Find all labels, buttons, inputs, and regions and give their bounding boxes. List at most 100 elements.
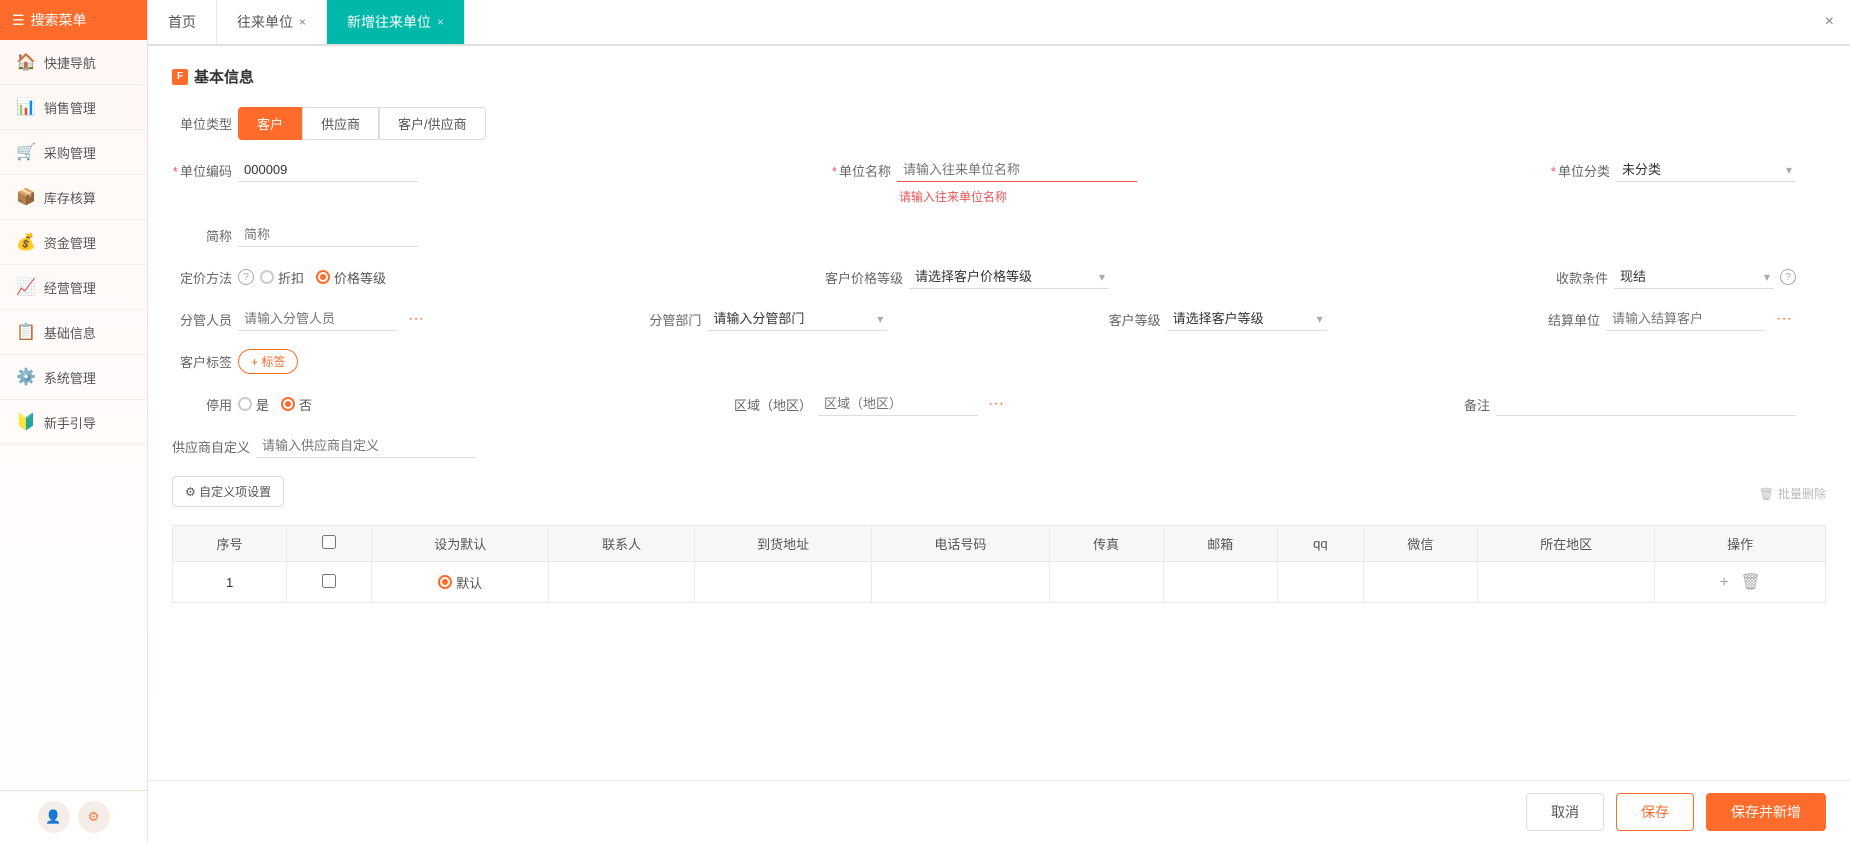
customer-price-level-wrapper: 请选择客户价格等级 [909,265,1109,289]
cell-checkbox [287,562,372,603]
payment-help-icon[interactable]: ? [1780,269,1796,285]
select-all-checkbox[interactable] [322,535,336,549]
sidebar-item-guide[interactable]: 🔰 新手引导 [0,400,147,445]
customer-price-level-select[interactable]: 请选择客户价格等级 [909,265,1109,289]
table-section: ⚙ 自定义项设置 🗑 批量删除 序号 设为默认 [172,476,1826,603]
default-radio-circle [438,575,452,589]
manager-more-btn[interactable]: ··· [404,310,428,328]
region-field: 区域（地区） ··· [734,392,1008,416]
sidebar-search[interactable]: ☰ 搜索菜单 [0,0,147,40]
footer: 取消 保存 保存并新增 [148,780,1850,843]
customer-price-level-field: 客户价格等级 请选择客户价格等级 [825,265,1109,289]
manager-field: 分管人员 ··· [172,307,428,331]
home-icon: 🏠 [16,52,36,72]
sidebar-item-inventory[interactable]: 📦 库存核算 [0,175,147,220]
save-add-button[interactable]: 保存并新增 [1706,793,1826,831]
remark-input[interactable] [1496,392,1796,416]
unit-type-label: 单位类型 [172,114,232,133]
tab-partners[interactable]: 往来单位 × [217,0,327,44]
row-delete-btn[interactable]: 🗑 [1736,570,1764,594]
window-close-btn[interactable]: × [1809,13,1850,31]
settlement-more-btn[interactable]: ··· [1772,310,1796,328]
sidebar-item-purchase[interactable]: 🛒 采购管理 [0,130,147,175]
type-btn-supplier[interactable]: 供应商 [302,107,379,140]
region-input[interactable] [818,392,978,416]
unit-name-label: *单位名称 [831,161,891,180]
type-btn-both[interactable]: 客户/供应商 [379,107,486,140]
guide-icon: 🔰 [16,412,36,432]
type-btn-customer[interactable]: 客户 [238,107,302,140]
sidebar-item-basic-info[interactable]: 📋 基础信息 [0,310,147,355]
unit-code-input[interactable] [238,158,418,182]
row-checkbox[interactable] [322,574,336,588]
pricing-method-field: 定价方法 ? 折扣 价格等级 [172,268,386,287]
payment-terms-field: 收款条件 现结 ? [1548,265,1796,289]
unit-name-error: 请输入往来单位名称 [899,190,1007,204]
payment-terms-wrapper: 现结 [1614,265,1774,289]
col-checkbox [287,526,372,562]
cell-qq [1277,562,1363,603]
sidebar-user-btn[interactable]: 👤 [38,801,70,833]
disabled-no-circle [281,397,295,411]
sidebar-bottom: 👤 ⚙ [0,790,147,843]
pricing-level-radio[interactable]: 价格等级 [316,268,386,287]
sidebar-settings-btn[interactable]: ⚙ [78,801,110,833]
col-qq: qq [1277,526,1363,562]
unit-category-field: *单位分类 未分类 [1550,158,1796,182]
pricing-help-icon[interactable]: ? [238,269,254,285]
col-phone: 电话号码 [872,526,1049,562]
department-select[interactable]: 请输入分管部门 [707,307,887,331]
customer-price-level-label: 客户价格等级 [825,268,903,287]
pricing-discount-radio[interactable]: 折扣 [260,268,304,287]
sidebar-item-quick-nav[interactable]: 🏠 快捷导航 [0,40,147,85]
region-label: 区域（地区） [734,395,812,414]
settlement-unit-input[interactable] [1606,307,1766,331]
tab-bar: 首页 往来单位 × 新增往来单位 × × [148,0,1850,46]
list-icon: 📋 [16,322,36,342]
delete-icon: 🗑 [1759,487,1774,501]
department-field: 分管部门 请输入分管部门 [641,307,887,331]
col-fax: 传真 [1049,526,1163,562]
supplier-custom-field: 供应商自定义 [172,434,476,458]
tab-partners-close[interactable]: × [299,15,306,29]
tab-new-partner[interactable]: 新增往来单位 × [327,0,465,44]
unit-name-input[interactable] [897,158,1137,182]
payment-terms-select[interactable]: 现结 [1614,265,1774,289]
manager-input[interactable] [238,307,398,331]
sidebar-item-finance[interactable]: 💰 资金管理 [0,220,147,265]
cell-fax [1049,562,1163,603]
unit-category-select[interactable]: 未分类 [1616,158,1796,182]
tab-new-partner-close[interactable]: × [437,15,444,29]
disabled-label: 停用 [172,395,232,414]
unit-type-row: 单位类型 客户 供应商 客户/供应商 [172,107,1826,140]
save-button[interactable]: 保存 [1616,793,1694,831]
sidebar-item-operations[interactable]: 📈 经营管理 [0,265,147,310]
batch-delete-btn[interactable]: 🗑 批量删除 [1759,485,1826,502]
table-header-row: 序号 设为默认 联系人 到货地址 电话号码 传真 邮箱 qq 微信 [173,526,1826,562]
unit-category-label: *单位分类 [1550,161,1610,180]
region-more-btn[interactable]: ··· [984,395,1008,413]
disabled-no-radio[interactable]: 否 [281,395,312,414]
row-add-btn[interactable]: + [1715,572,1732,594]
main-area: 首页 往来单位 × 新增往来单位 × × F 基本信息 单位类型 客户 供应商 … [148,0,1850,843]
cancel-button[interactable]: 取消 [1526,793,1604,831]
department-wrapper: 请输入分管部门 [707,307,887,331]
unit-code-label: *单位编码 [172,161,232,180]
manager-label: 分管人员 [172,310,232,329]
add-tag-btn[interactable]: + 标签 [238,349,298,374]
customer-level-select[interactable]: 请选择客户等级 [1167,307,1327,331]
cell-phone [872,562,1049,603]
default-radio[interactable]: 默认 [382,573,538,592]
supplier-custom-input[interactable] [256,434,476,458]
disabled-yes-radio[interactable]: 是 [238,395,269,414]
cell-wechat [1363,562,1477,603]
sidebar-item-sales[interactable]: 📊 销售管理 [0,85,147,130]
sidebar: ☰ 搜索菜单 🏠 快捷导航 📊 销售管理 🛒 采购管理 📦 库存核算 💰 资金管… [0,0,148,843]
custom-settings-btn[interactable]: ⚙ 自定义项设置 [172,476,284,507]
short-name-input[interactable] [238,223,418,247]
section-title: F 基本信息 [172,66,1826,87]
tab-home[interactable]: 首页 [148,0,217,44]
pricing-row: 定价方法 ? 折扣 价格等级 客户价格等级 [172,265,1826,289]
unit-type-btn-group: 客户 供应商 客户/供应商 [238,107,486,140]
sidebar-item-system[interactable]: ⚙️ 系统管理 [0,355,147,400]
